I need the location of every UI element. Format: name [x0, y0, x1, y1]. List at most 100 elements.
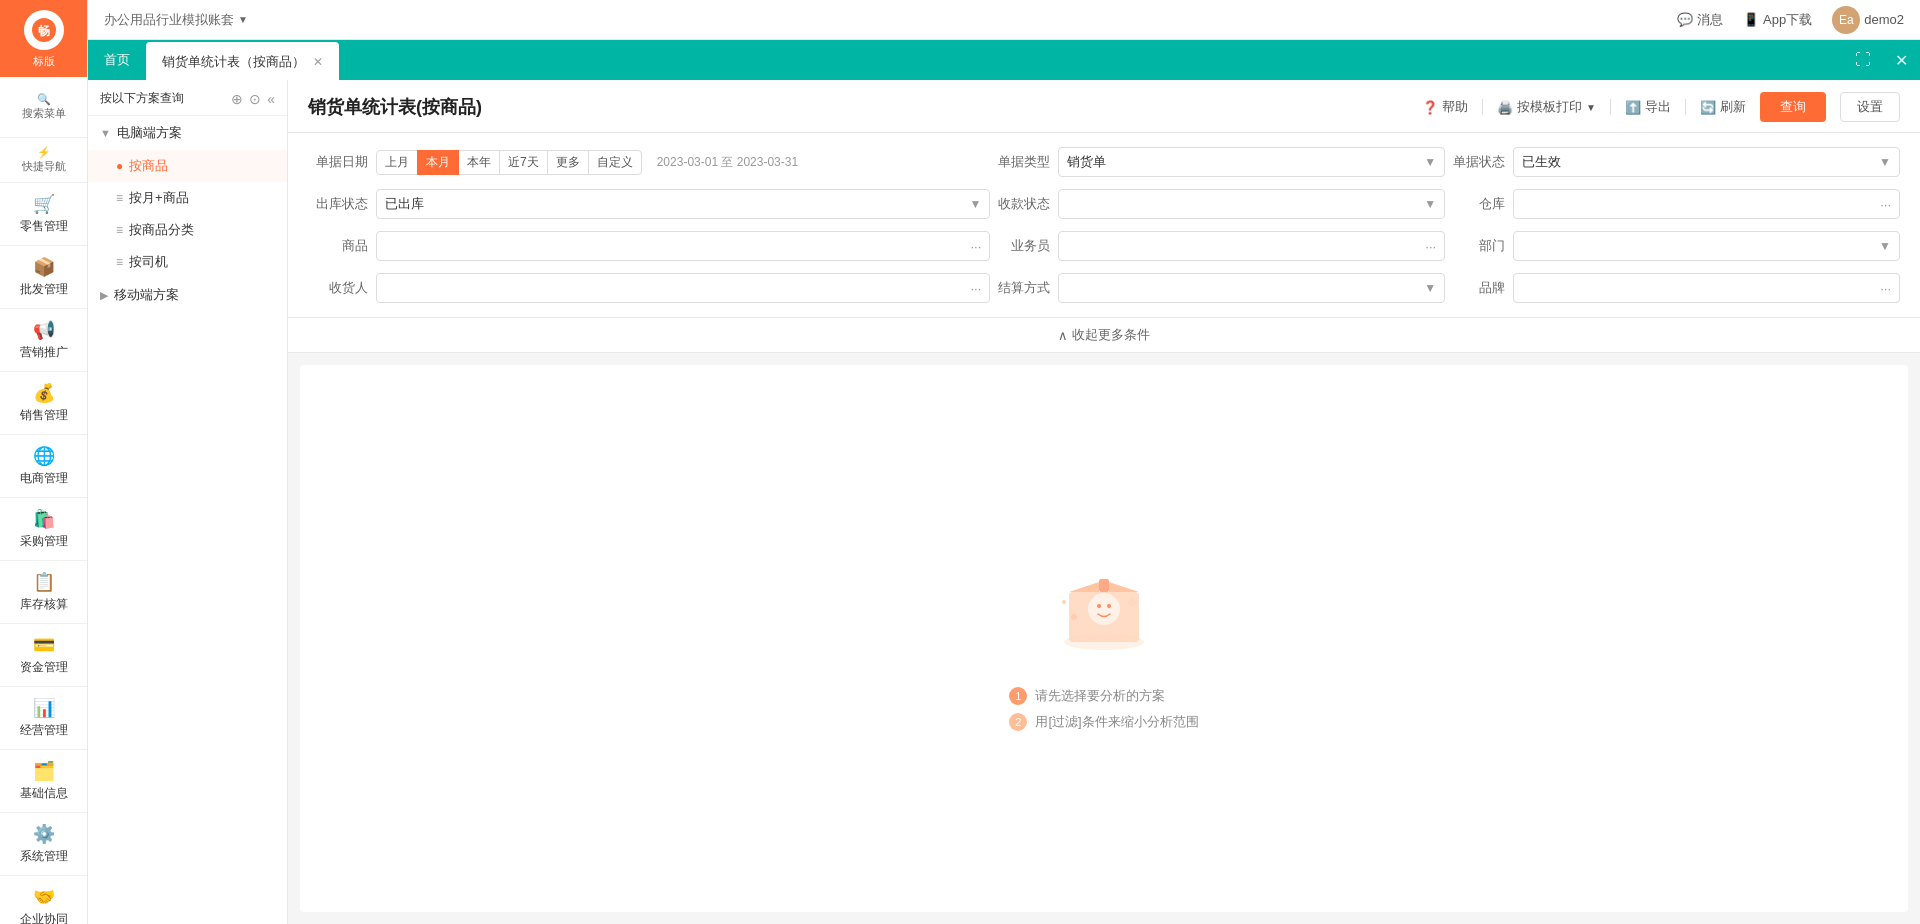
collapse-panel-icon[interactable]: «: [267, 91, 275, 107]
home-tab-label: 首页: [104, 51, 130, 69]
header-right: 💬 消息 📱 App下载 Ea demo2: [1677, 6, 1904, 34]
marketing-icon: 📢: [33, 319, 55, 341]
sidebar-item-purchase[interactable]: 🛍️ 采购管理: [0, 498, 87, 561]
department-control[interactable]: ▼: [1513, 231, 1900, 261]
warehouse-more-icon[interactable]: ···: [1880, 197, 1891, 212]
print-chevron-icon: ▼: [1586, 102, 1596, 113]
salesperson-filter-item: 业务员 ···: [990, 231, 1445, 261]
sidebar-item-finance[interactable]: 💳 资金管理: [0, 624, 87, 687]
mobile-scheme-label: 移动端方案: [114, 286, 179, 304]
hint-text-2: 用[过滤]条件来缩小分析范围: [1035, 713, 1198, 731]
doc-type-filter-item: 单据类型 销货单 ▼: [990, 147, 1445, 177]
tab-maximize-icon[interactable]: ⛶: [1843, 51, 1883, 69]
date-pill-custom[interactable]: 自定义: [588, 150, 642, 175]
tab-close-window-icon[interactable]: ✕: [1883, 51, 1920, 70]
enterprise-label: 企业协同: [20, 911, 68, 924]
finance-label: 资金管理: [20, 659, 68, 676]
divider-2: [1610, 99, 1611, 115]
refresh-button[interactable]: 🔄 刷新: [1700, 98, 1746, 116]
quick-nav-button[interactable]: ⚡ 快捷导航: [0, 138, 87, 183]
sidebar-item-operations[interactable]: 📊 经营管理: [0, 687, 87, 750]
sidebar-item-retail[interactable]: 🛒 零售管理: [0, 183, 87, 246]
brand-control[interactable]: ···: [1513, 273, 1900, 303]
sidebar-item-marketing[interactable]: 📢 营销推广: [0, 309, 87, 372]
payment-method-control[interactable]: ▼: [1058, 273, 1445, 303]
recipient-control[interactable]: ···: [376, 273, 990, 303]
scheme-item-by-product[interactable]: ● 按商品: [88, 150, 287, 182]
scheme-item-label-2: 按月+商品: [129, 189, 189, 207]
empty-illustration: [1044, 547, 1164, 667]
sidebar-item-basic[interactable]: 🗂️ 基础信息: [0, 750, 87, 813]
date-selector: 上月 本月 本年 近7天 更多 自定义: [376, 150, 641, 175]
user-avatar-area[interactable]: Ea demo2: [1832, 6, 1904, 34]
sidebar-item-inventory[interactable]: 📋 库存核算: [0, 561, 87, 624]
payment-method-filter-item: 结算方式 ▼: [990, 273, 1445, 303]
date-pill-last-month[interactable]: 上月: [376, 150, 418, 175]
svg-point-7: [1107, 604, 1111, 608]
product-more-icon[interactable]: ···: [970, 239, 981, 254]
scheme-item-by-cashier[interactable]: ≡ 按司机: [88, 246, 287, 278]
print-button[interactable]: 🖨️ 按模板打印 ▼: [1497, 98, 1596, 116]
finance-icon: 💳: [33, 634, 55, 656]
print-label: 按模板打印: [1517, 98, 1582, 116]
sidebar-item-system[interactable]: ⚙️ 系统管理: [0, 813, 87, 876]
add-scheme-icon[interactable]: ⊕: [231, 91, 243, 107]
settings-scheme-icon[interactable]: ⊙: [249, 91, 261, 107]
doc-type-control[interactable]: 销货单 ▼: [1058, 147, 1445, 177]
warehouse-label: 仓库: [1445, 195, 1505, 213]
svg-point-5: [1088, 593, 1120, 625]
date-pill-this-month[interactable]: 本月: [417, 150, 459, 175]
date-pill-more[interactable]: 更多: [547, 150, 589, 175]
sidebar-item-sales[interactable]: 💰 销售管理: [0, 372, 87, 435]
sidebar-item-enterprise[interactable]: 🤝 企业协同: [0, 876, 87, 924]
product-label: 商品: [308, 237, 368, 255]
salesperson-control[interactable]: ···: [1058, 231, 1445, 261]
department-filter-item: 部门 ▼: [1445, 231, 1900, 261]
sidebar-item-ecommerce[interactable]: 🌐 电商管理: [0, 435, 87, 498]
salesperson-more-icon[interactable]: ···: [1425, 239, 1436, 254]
date-pill-7days[interactable]: 近7天: [499, 150, 548, 175]
export-label: 导出: [1645, 98, 1671, 116]
date-pill-this-year[interactable]: 本年: [458, 150, 500, 175]
page-title-bar: 销货单统计表(按商品) ❓ 帮助 🖨️ 按模板打印 ▼: [288, 80, 1920, 133]
mobile-scheme-group: ▶ 移动端方案: [88, 278, 287, 312]
product-control[interactable]: ···: [376, 231, 990, 261]
export-button[interactable]: ⬆️ 导出: [1625, 98, 1671, 116]
settings-button[interactable]: 设置: [1840, 92, 1900, 122]
industry-name: 办公用品行业模拟账套: [104, 11, 234, 29]
scheme-item-by-category[interactable]: ≡ 按商品分类: [88, 214, 287, 246]
pay-status-control[interactable]: ▼: [1058, 189, 1445, 219]
tab-close-icon[interactable]: ✕: [313, 55, 323, 69]
date-filter-item: 单据日期 上月 本月 本年 近7天 更多 自定义 2023-03-01 至 20…: [308, 150, 990, 175]
svg-point-8: [1071, 614, 1077, 620]
sidebar-item-wholesale[interactable]: 📦 批发管理: [0, 246, 87, 309]
query-button[interactable]: 查询: [1760, 92, 1826, 122]
logo-icon: 畅: [24, 10, 64, 50]
desktop-scheme-group-header[interactable]: ▼ 电脑端方案: [88, 116, 287, 150]
basic-icon: 🗂️: [33, 760, 55, 782]
scheme-item-by-month-product[interactable]: ≡ 按月+商品: [88, 182, 287, 214]
search-menu-button[interactable]: 🔍 搜索菜单: [22, 87, 66, 127]
scheme-item-label-3: 按商品分类: [129, 221, 194, 239]
tab-sales-stats[interactable]: 销货单统计表（按商品） ✕: [146, 42, 339, 82]
warehouse-control[interactable]: ···: [1513, 189, 1900, 219]
scheme-item-label: 按商品: [129, 157, 168, 175]
help-button[interactable]: ❓ 帮助: [1422, 98, 1468, 116]
svg-point-6: [1097, 604, 1101, 608]
tab-home[interactable]: 首页: [88, 40, 146, 80]
sales-label: 销售管理: [20, 407, 68, 424]
collapse-more-conditions[interactable]: ∧ 收起更多条件: [288, 318, 1920, 353]
out-status-control[interactable]: 已出库 ▼: [376, 189, 990, 219]
recipient-more-icon[interactable]: ···: [970, 281, 981, 296]
doc-status-control[interactable]: 已生效 ▼: [1513, 147, 1900, 177]
recipient-filter-item: 收货人 ···: [308, 273, 990, 303]
brand-more-icon[interactable]: ···: [1880, 281, 1891, 296]
avatar-text: Ea: [1839, 13, 1854, 27]
app-download-button[interactable]: 📱 App下载: [1743, 11, 1812, 29]
logo-text: 标版: [33, 54, 55, 69]
desktop-scheme-label: 电脑端方案: [117, 124, 182, 142]
messages-button[interactable]: 💬 消息: [1677, 11, 1723, 29]
mobile-scheme-group-header[interactable]: ▶ 移动端方案: [88, 278, 287, 312]
print-icon: 🖨️: [1497, 100, 1513, 115]
industry-selector[interactable]: 办公用品行业模拟账套 ▼: [104, 11, 248, 29]
